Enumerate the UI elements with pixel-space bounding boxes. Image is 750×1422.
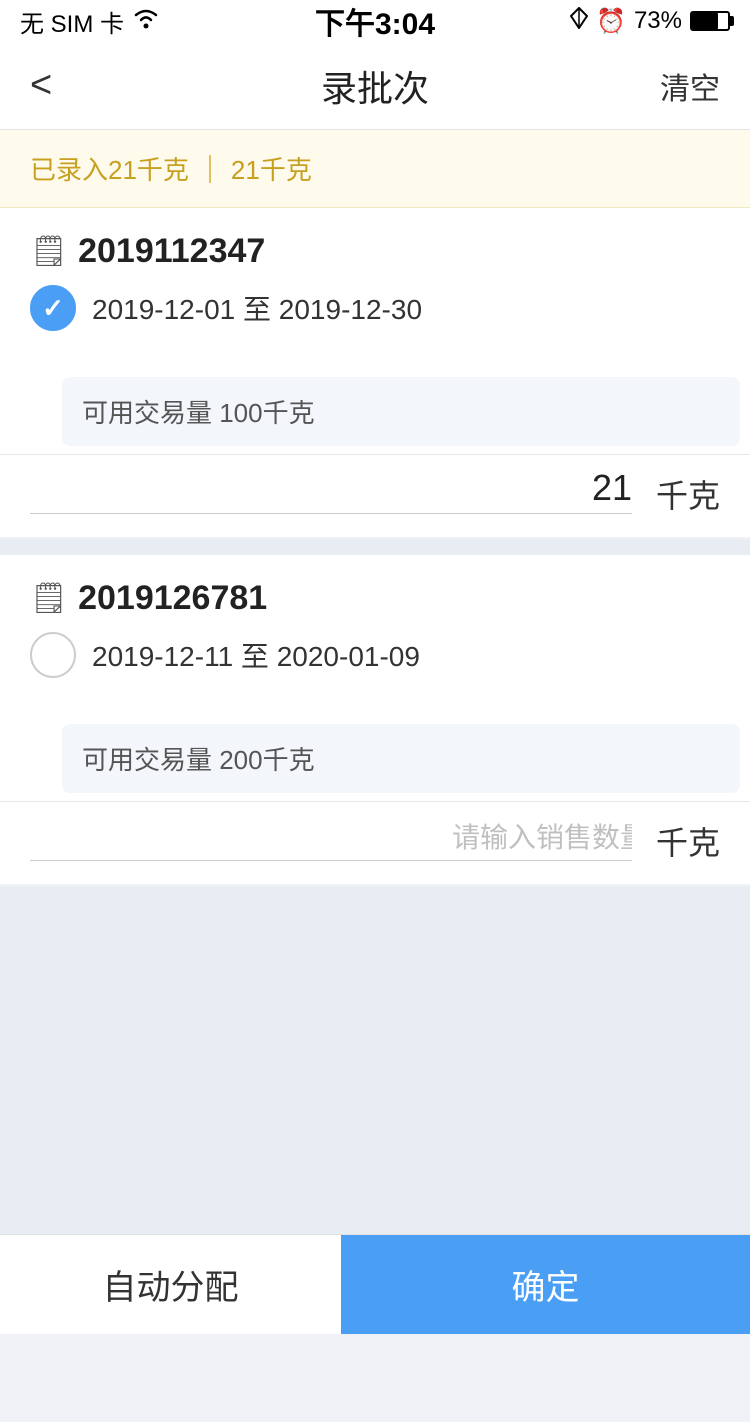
recorded-amount: 已录入21千克 — [30, 150, 189, 187]
batch1-header: 🗒 2019112347 — [30, 232, 720, 271]
batch2-date-row: 2019-12-11 至 2020-01-09 — [30, 632, 720, 678]
batch1-id: 2019112347 — [78, 232, 265, 271]
wifi-icon — [132, 7, 160, 36]
location-icon — [570, 7, 588, 36]
banner-divider — [209, 155, 211, 183]
batch1-card: 🗒 2019112347 2019-12-01 至 2019-12-30 可用交… — [0, 208, 750, 537]
battery-icon — [690, 11, 730, 31]
nav-bar: < 录批次 清空 — [0, 42, 750, 130]
amount-value: 21千克 — [231, 150, 312, 187]
batch1-icon: 🗒 — [30, 234, 68, 269]
batch1-inner: 🗒 2019112347 2019-12-01 至 2019-12-30 — [0, 208, 750, 377]
batch2-icon: 🗒 — [30, 581, 68, 616]
back-button[interactable]: < — [30, 64, 90, 107]
batch2-header: 🗒 2019126781 — [30, 579, 720, 618]
confirm-button[interactable]: 确定 — [341, 1235, 750, 1334]
alarm-icon: ⏰ — [596, 7, 626, 36]
batch1-date-row: 2019-12-01 至 2019-12-30 — [30, 285, 720, 331]
status-time: 下午3:04 — [315, 0, 435, 43]
batch1-date: 2019-12-01 至 2019-12-30 — [92, 288, 422, 328]
status-left: 无 SIM 卡 — [20, 4, 160, 39]
section-divider — [0, 539, 750, 555]
status-right: ⏰ 73% — [570, 7, 730, 36]
batch2-inner: 🗒 2019126781 2019-12-11 至 2020-01-09 — [0, 555, 750, 724]
clear-button[interactable]: 清空 — [660, 64, 720, 108]
bottom-bar: 自动分配 确定 — [0, 1234, 750, 1334]
battery-text: 73% — [634, 7, 682, 35]
no-sim-text: 无 SIM 卡 — [20, 4, 124, 39]
batch2-id: 2019126781 — [78, 579, 267, 618]
batch2-card: 🗒 2019126781 2019-12-11 至 2020-01-09 可用交… — [0, 555, 750, 884]
batch1-qty-unit: 千克 — [656, 471, 720, 517]
page-content: 已录入21千克 21千克 🗒 2019112347 2019-12-01 至 2… — [0, 130, 750, 1422]
batch2-radio[interactable] — [30, 632, 76, 678]
batch2-qty-unit: 千克 — [656, 818, 720, 864]
batch2-available: 可用交易量 200千克 — [62, 724, 740, 793]
info-banner: 已录入21千克 21千克 — [0, 130, 750, 208]
status-bar: 无 SIM 卡 下午3:04 ⏰ 73% — [0, 0, 750, 42]
auto-distribute-button[interactable]: 自动分配 — [0, 1235, 341, 1334]
batch1-radio[interactable] — [30, 285, 76, 331]
batch2-date: 2019-12-11 至 2020-01-09 — [92, 635, 420, 675]
batch1-qty-row: 21 千克 — [0, 454, 750, 537]
batch1-qty-value: 21 — [592, 467, 632, 509]
batch2-qty-input[interactable] — [452, 814, 632, 856]
batch2-qty-row: 千克 — [0, 801, 750, 884]
batch1-available: 可用交易量 100千克 — [62, 377, 740, 446]
page-title: 录批次 — [321, 60, 429, 112]
